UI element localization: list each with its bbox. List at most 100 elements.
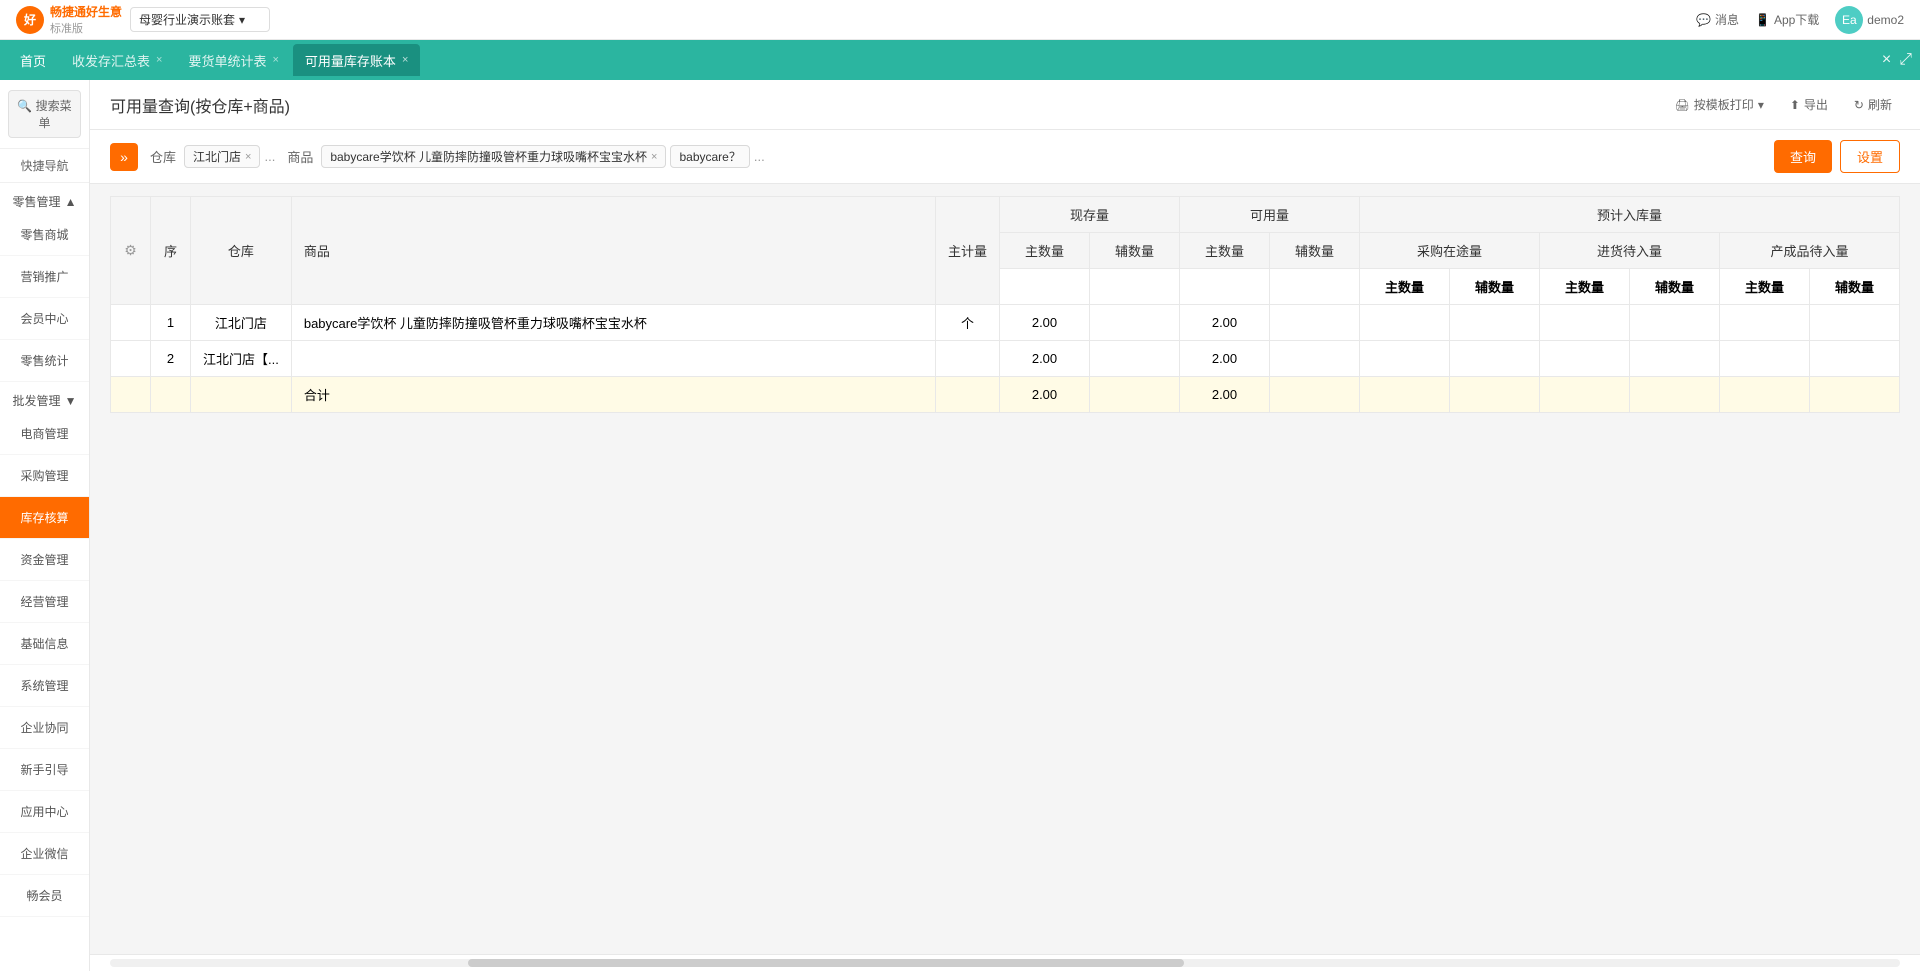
logo-text: 畅捷通好生意 标准版 <box>50 3 122 36</box>
main-layout: 🔍 搜索菜单 快捷导航 零售管理 ▲ 零售商城 营销推广 会员中心 零售统计 批… <box>0 80 1920 971</box>
remove-warehouse-tag-btn[interactable]: × <box>245 151 251 163</box>
table-container: ⚙ 序 仓库 商品 主计量 现存量 可用量 预计入库量 主数量 辅数量 主数量 <box>90 184 1920 954</box>
setting-btn[interactable]: 设置 <box>1840 140 1900 173</box>
app-download-btn[interactable]: 📱 App下载 <box>1755 11 1819 28</box>
td-settings-2 <box>111 341 151 377</box>
filter-actions: 查询 设置 <box>1774 140 1900 173</box>
td-product-2 <box>291 341 935 377</box>
message-btn[interactable]: 💬 消息 <box>1696 11 1739 28</box>
sidebar-item-system[interactable]: 系统管理 <box>0 665 89 707</box>
template-badge: 标准版 <box>50 20 122 36</box>
product-ellipsis[interactable]: ... <box>754 149 765 164</box>
dropdown-icon: ▾ <box>1758 98 1764 112</box>
td-summary-current-main: 2.00 <box>1000 377 1090 413</box>
sidebar-item-wechat[interactable]: 企业微信 <box>0 833 89 875</box>
td-current-main-1: 2.00 <box>1000 305 1090 341</box>
close-all-tabs-btn[interactable]: × <box>1882 51 1891 69</box>
td-available-aux-2 <box>1270 341 1360 377</box>
td-purchase-main-2 <box>1360 341 1450 377</box>
sidebar-item-enterprise[interactable]: 企业协同 <box>0 707 89 749</box>
warehouse-ellipsis[interactable]: ... <box>264 149 275 164</box>
sidebar-item-vip[interactable]: 畅会员 <box>0 875 89 917</box>
td-summary-purchase-main <box>1360 377 1450 413</box>
td-purchase-aux-2 <box>1450 341 1540 377</box>
sidebar-item-operations[interactable]: 经营管理 <box>0 581 89 623</box>
tab-available-ledger[interactable]: 可用量库存账本 × <box>293 44 420 76</box>
sidebar-item-ecommerce[interactable]: 电商管理 <box>0 413 89 455</box>
th-purchase-aux: 辅数量 <box>1450 269 1540 305</box>
tab-close-available-ledger[interactable]: × <box>402 54 408 66</box>
filter-toggle-btn[interactable]: » <box>110 143 138 171</box>
th-available: 可用量 <box>1180 197 1360 233</box>
industry-selector[interactable]: 母婴行业演示账套 ▾ <box>130 7 270 32</box>
arrow-icon: ▼ <box>65 394 77 408</box>
search-icon: 🔍 <box>17 99 32 113</box>
sidebar-item-basic-info[interactable]: 基础信息 <box>0 623 89 665</box>
td-product-aux-1 <box>1810 305 1900 341</box>
th-settings[interactable]: ⚙ <box>111 197 151 305</box>
th-current-main-2 <box>1000 269 1090 305</box>
table-row: 2 江北门店【... 2.00 2.00 <box>111 341 1900 377</box>
scrollbar-thumb[interactable] <box>468 959 1184 967</box>
product-tag-1[interactable]: babycare？ <box>670 145 749 168</box>
remove-product-tag-0-btn[interactable]: × <box>651 151 657 163</box>
avatar: Ea <box>1835 6 1863 34</box>
sidebar-item-zero-retail[interactable]: 零售管理 ▲ <box>0 183 89 214</box>
sidebar-item-retail-mall[interactable]: 零售商城 <box>0 214 89 256</box>
query-btn[interactable]: 查询 <box>1774 140 1832 173</box>
message-icon: 💬 <box>1696 13 1711 27</box>
product-label: 商品 <box>287 147 313 166</box>
sidebar-item-new-guide[interactable]: 新手引导 <box>0 749 89 791</box>
td-unit-1: 个 <box>935 305 999 341</box>
settings-gear-icon[interactable]: ⚙ <box>124 242 137 258</box>
product-filter-group: 商品 babycare学饮杯 儿童防摔防撞吸管杯重力球吸嘴杯宝宝水杯 × bab… <box>287 145 764 168</box>
th-estimated-in: 预计入库量 <box>1360 197 1900 233</box>
scrollbar-track[interactable] <box>110 959 1900 967</box>
td-summary-unit <box>935 377 999 413</box>
th-warehouse: 仓库 <box>191 197 292 305</box>
logo-area: 好 畅捷通好生意 标准版 <box>16 3 122 36</box>
tab-close-receive-summary[interactable]: × <box>156 54 162 66</box>
td-summary-label: 合计 <box>291 377 935 413</box>
th-current-main: 主数量 <box>1000 233 1090 269</box>
print-by-template-btn[interactable]: 🖨 按模板打印 ▾ <box>1667 92 1772 117</box>
sidebar-item-purchase[interactable]: 采购管理 <box>0 455 89 497</box>
table-row: 1 江北门店 babycare学饮杯 儿童防摔防撞吸管杯重力球吸嘴杯宝宝水杯 个… <box>111 305 1900 341</box>
export-btn[interactable]: ⬆ 导出 <box>1782 92 1836 117</box>
tab-close-order-stats[interactable]: × <box>272 54 278 66</box>
td-summary-num <box>151 377 191 413</box>
sidebar-item-retail-stats[interactable]: 零售统计 <box>0 340 89 382</box>
top-bar: 好 畅捷通好生意 标准版 母婴行业演示账套 ▾ 💬 消息 📱 App下载 Ea … <box>0 0 1920 40</box>
th-available-aux-2 <box>1270 269 1360 305</box>
sidebar-item-inventory[interactable]: 库存核算 <box>0 497 89 539</box>
sidebar-item-members[interactable]: 会员中心 <box>0 298 89 340</box>
td-incoming-aux-1 <box>1630 305 1720 341</box>
td-summary-current-aux <box>1090 377 1180 413</box>
td-summary-purchase-aux <box>1450 377 1540 413</box>
td-purchase-main-1 <box>1360 305 1450 341</box>
td-product-aux-2 <box>1810 341 1900 377</box>
printer-icon: 🖨 <box>1675 98 1690 112</box>
warehouse-tag-0[interactable]: 江北门店 × <box>184 145 260 168</box>
search-menu-btn[interactable]: 🔍 搜索菜单 <box>8 90 81 138</box>
th-purchase-on-way: 采购在途量 <box>1360 233 1540 269</box>
user-area[interactable]: Ea demo2 <box>1835 6 1904 34</box>
refresh-btn[interactable]: ↻ 刷新 <box>1846 92 1900 117</box>
tab-order-stats[interactable]: 要货单统计表 × <box>176 44 290 76</box>
th-current-aux: 辅数量 <box>1090 233 1180 269</box>
top-bar-left: 好 畅捷通好生意 标准版 母婴行业演示账套 ▾ <box>16 3 270 36</box>
sidebar-item-marketing[interactable]: 营销推广 <box>0 256 89 298</box>
th-product-main: 主数量 <box>1720 269 1810 305</box>
sidebar-item-wholesale[interactable]: 批发管理 ▼ <box>0 382 89 413</box>
warehouse-filter-group: 仓库 江北门店 × ... <box>150 145 275 168</box>
th-num: 序 <box>151 197 191 305</box>
maximize-btn[interactable]: ⤢ <box>1899 51 1912 69</box>
product-tag-0[interactable]: babycare学饮杯 儿童防摔防撞吸管杯重力球吸嘴杯宝宝水杯 × <box>321 145 666 168</box>
tab-receive-summary[interactable]: 收发存汇总表 × <box>60 44 174 76</box>
sidebar-item-finance[interactable]: 资金管理 <box>0 539 89 581</box>
quick-nav-btn[interactable]: 快捷导航 <box>0 149 89 183</box>
nav-right: × ⤢ <box>1882 51 1912 69</box>
sidebar-item-app-center[interactable]: 应用中心 <box>0 791 89 833</box>
td-unit-2 <box>935 341 999 377</box>
tab-home[interactable]: 首页 <box>8 44 58 76</box>
